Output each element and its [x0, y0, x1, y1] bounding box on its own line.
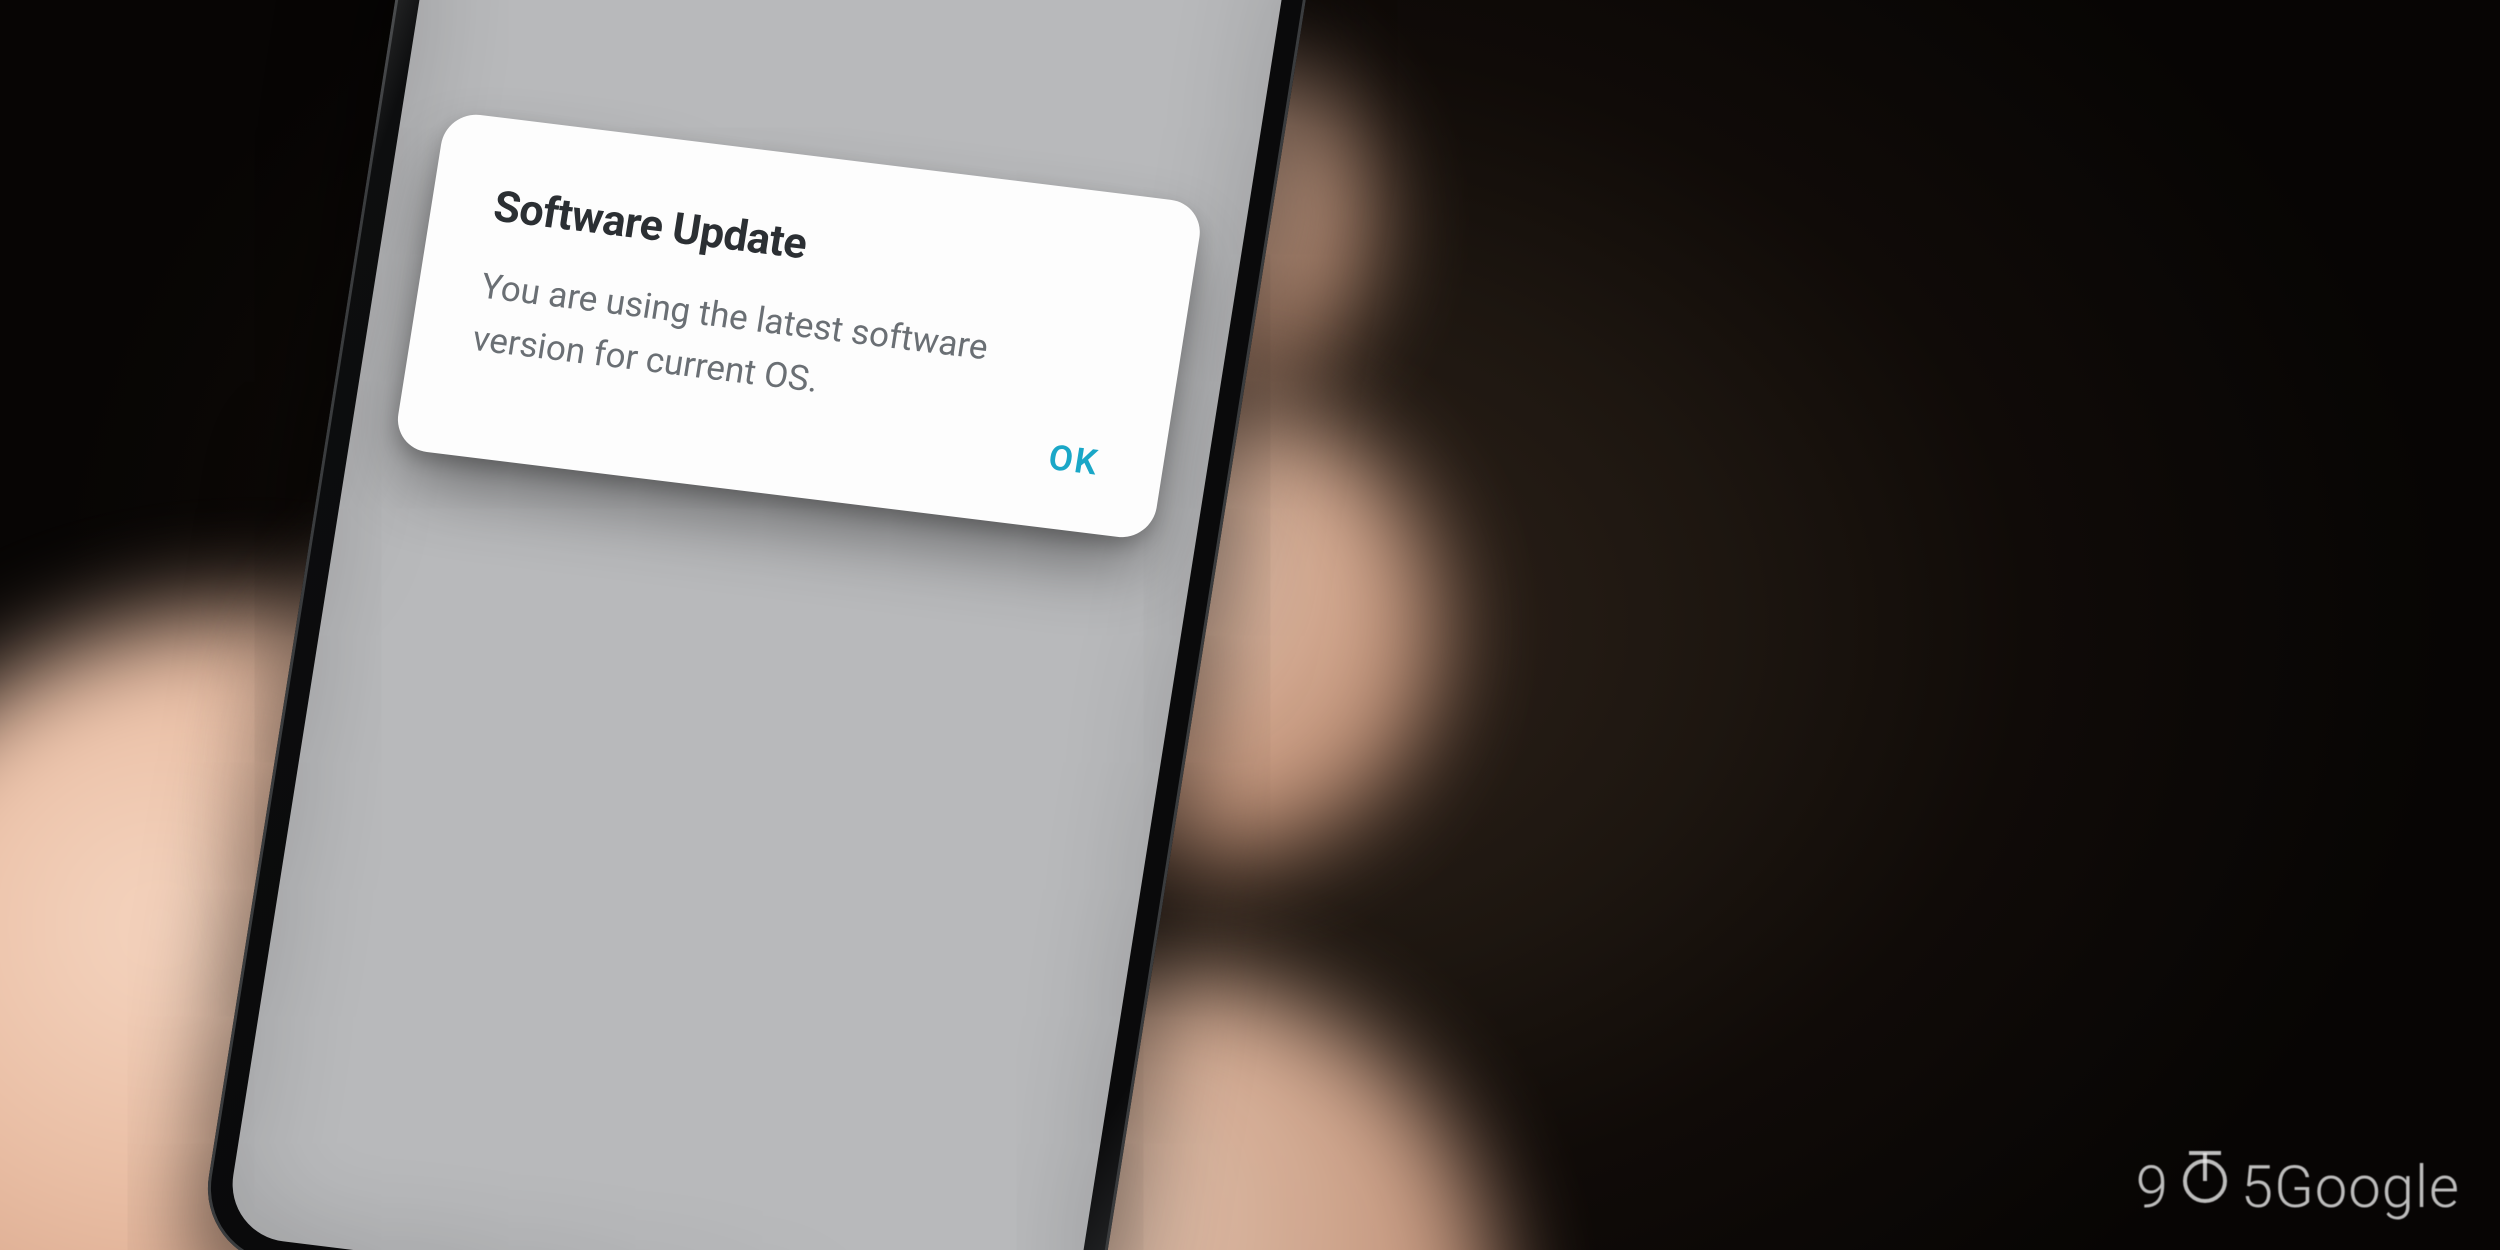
ok-button[interactable]: OK: [1046, 437, 1102, 484]
watermark-left: 9: [2136, 1154, 2169, 1222]
watermark-to-icon: [2175, 1147, 2235, 1207]
software-update-dialog: Software Update You are using the latest…: [393, 111, 1205, 541]
watermark-right: 5Google: [2241, 1154, 2460, 1222]
to-glyph-icon: [2175, 1147, 2235, 1207]
photo-scene: Software Update You are using the latest…: [0, 0, 2500, 1250]
watermark-9to5google: 9 5Google: [2136, 1147, 2460, 1222]
